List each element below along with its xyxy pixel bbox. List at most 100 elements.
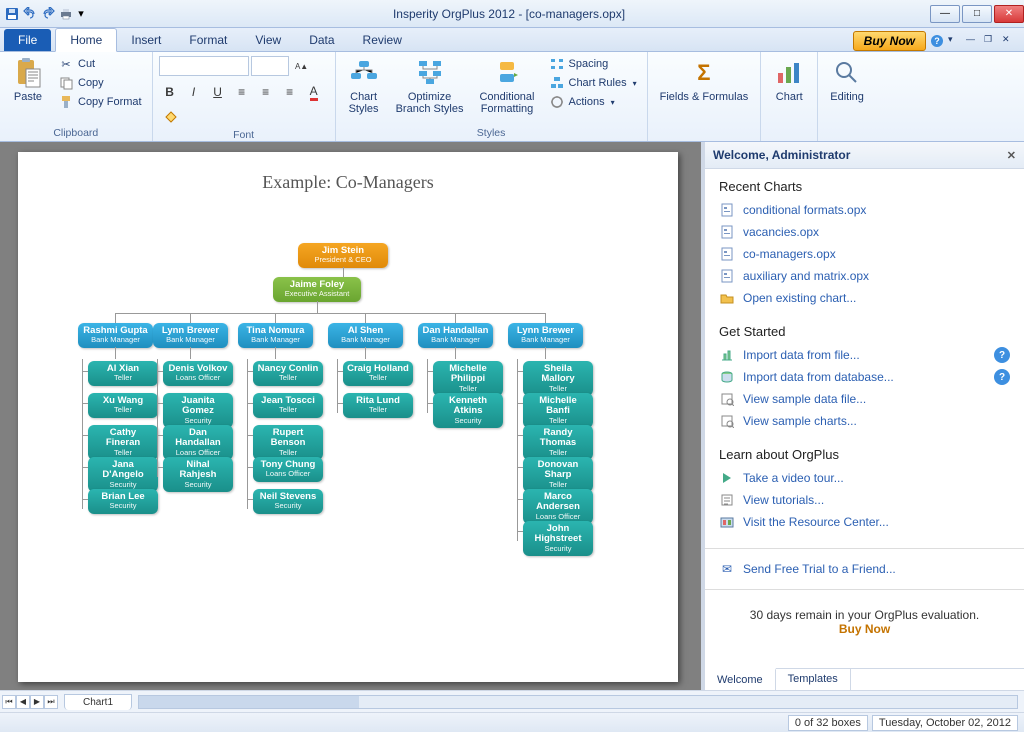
get-started-link[interactable]: Import data from file...? <box>719 347 1010 363</box>
redo-icon[interactable] <box>40 6 56 22</box>
org-node[interactable]: Rita LundTeller <box>343 393 413 418</box>
print-icon[interactable] <box>58 6 74 22</box>
tab-review[interactable]: Review <box>349 29 416 51</box>
recent-chart-link[interactable]: co-managers.opx <box>719 246 1010 262</box>
maximize-button[interactable]: □ <box>962 5 992 23</box>
org-node[interactable]: Neil StevensSecurity <box>253 489 323 514</box>
org-node[interactable]: Juanita GomezSecurity <box>163 393 233 428</box>
font-size-dropdown[interactable] <box>251 56 289 76</box>
org-node[interactable]: Al XianTeller <box>88 361 158 386</box>
org-node[interactable]: Tina NomuraBank Manager <box>238 323 313 348</box>
org-node[interactable]: Craig HollandTeller <box>343 361 413 386</box>
align-center-button[interactable]: ≡ <box>255 81 277 103</box>
recent-chart-link[interactable]: auxiliary and matrix.opx <box>719 268 1010 284</box>
close-button[interactable]: ✕ <box>994 5 1024 23</box>
org-node[interactable]: Rupert BensonTeller <box>253 425 323 460</box>
learn-link[interactable]: Visit the Resource Center... <box>719 514 1010 530</box>
learn-link[interactable]: Take a video tour... <box>719 470 1010 486</box>
org-node[interactable]: Brian LeeSecurity <box>88 489 158 514</box>
italic-button[interactable]: I <box>183 81 205 103</box>
align-right-button[interactable]: ≡ <box>279 81 301 103</box>
undo-icon[interactable] <box>22 6 38 22</box>
font-color-button[interactable]: A <box>303 81 325 103</box>
panel-close-icon[interactable]: ✕ <box>1007 149 1016 162</box>
tab-data[interactable]: Data <box>295 29 348 51</box>
tab-insert[interactable]: Insert <box>117 29 175 51</box>
copy-format-button[interactable]: Copy Format <box>54 93 146 111</box>
sheet-next-button[interactable]: ▶ <box>30 695 44 709</box>
fields-formulas-button[interactable]: Σ Fields & Formulas <box>654 55 755 105</box>
side-tab-welcome[interactable]: Welcome <box>705 668 776 690</box>
org-node[interactable]: Jana D'AngeloSecurity <box>88 457 158 492</box>
buy-now-link[interactable]: Buy Now <box>839 622 890 636</box>
sheet-last-button[interactable]: ⏭ <box>44 695 58 709</box>
send-trial-link[interactable]: ✉Send Free Trial to a Friend... <box>719 561 1010 577</box>
horizontal-scrollbar[interactable] <box>138 695 1018 709</box>
actions-button[interactable]: Actions▾ <box>545 93 641 111</box>
org-node[interactable]: Michelle BanfiTeller <box>523 393 593 428</box>
org-node[interactable]: Sheila MalloryTeller <box>523 361 593 396</box>
org-node[interactable]: Lynn BrewerBank Manager <box>508 323 583 348</box>
org-node[interactable]: Xu WangTeller <box>88 393 158 418</box>
get-started-link[interactable]: View sample charts... <box>719 413 1010 429</box>
paste-button[interactable]: Paste <box>6 55 50 105</box>
recent-chart-link[interactable]: vacancies.opx <box>719 224 1010 240</box>
tab-view[interactable]: View <box>241 29 295 51</box>
sheet-first-button[interactable]: ⏮ <box>2 695 16 709</box>
org-node[interactable]: Nihal RahjeshSecurity <box>163 457 233 492</box>
mdi-close-icon[interactable]: ✕ <box>1002 34 1016 48</box>
org-node[interactable]: Rashmi GuptaBank Manager <box>78 323 153 348</box>
editing-button[interactable]: Editing <box>824 55 870 105</box>
qat-dropdown-icon[interactable]: ▾ <box>76 6 86 22</box>
org-node[interactable]: Jean ToscciTeller <box>253 393 323 418</box>
org-node[interactable]: Al ShenBank Manager <box>328 323 403 348</box>
help-icon[interactable]: ? <box>994 369 1010 385</box>
file-tab[interactable]: File <box>4 29 51 51</box>
org-node[interactable]: Dan HandallanBank Manager <box>418 323 493 348</box>
org-node[interactable]: Jim SteinPresident & CEO <box>298 243 388 268</box>
mdi-min-icon[interactable]: — <box>966 34 980 48</box>
canvas-area[interactable]: Example: Co-Managers Jim SteinPresident … <box>0 142 704 690</box>
buy-now-button[interactable]: Buy Now <box>853 31 926 51</box>
optimize-branch-styles-button[interactable]: Optimize Branch Styles <box>390 55 470 117</box>
cut-button[interactable]: ✂Cut <box>54 55 146 73</box>
grow-font-button[interactable]: A▲ <box>291 55 313 77</box>
underline-button[interactable]: U <box>207 81 229 103</box>
sheet-prev-button[interactable]: ◀ <box>16 695 30 709</box>
open-existing-link[interactable]: Open existing chart... <box>719 290 1010 306</box>
help-icon[interactable]: ? <box>994 347 1010 363</box>
org-node[interactable]: John HighstreetSecurity <box>523 521 593 556</box>
chart-rules-button[interactable]: Chart Rules▾ <box>545 74 641 92</box>
org-node[interactable]: Nancy ConlinTeller <box>253 361 323 386</box>
mdi-restore-icon[interactable]: ❐ <box>984 34 998 48</box>
sheet-tab-chart1[interactable]: Chart1 <box>64 694 132 710</box>
get-started-link[interactable]: View sample data file... <box>719 391 1010 407</box>
org-node[interactable]: Jaime FoleyExecutive Assistant <box>273 277 361 302</box>
org-node[interactable]: Kenneth AtkinsSecurity <box>433 393 503 428</box>
chart-styles-button[interactable]: Chart Styles <box>342 55 386 117</box>
org-node[interactable]: Cathy FineranTeller <box>88 425 158 460</box>
chart-canvas[interactable]: Example: Co-Managers Jim SteinPresident … <box>18 152 678 682</box>
save-icon[interactable] <box>4 6 20 22</box>
minimize-button[interactable]: — <box>930 5 960 23</box>
fill-color-button[interactable] <box>159 105 181 127</box>
copy-button[interactable]: Copy <box>54 74 146 92</box>
recent-chart-link[interactable]: conditional formats.opx <box>719 202 1010 218</box>
org-node[interactable]: Michelle PhilippiTeller <box>433 361 503 396</box>
org-node[interactable]: Lynn BrewerBank Manager <box>153 323 228 348</box>
conditional-formatting-button[interactable]: Conditional Formatting <box>473 55 540 117</box>
org-node[interactable]: Marco AndersenLoans Officer <box>523 489 593 524</box>
tab-format[interactable]: Format <box>175 29 241 51</box>
org-node[interactable]: Randy ThomasTeller <box>523 425 593 460</box>
bold-button[interactable]: B <box>159 81 181 103</box>
align-left-button[interactable]: ≡ <box>231 81 253 103</box>
org-node[interactable]: Tony ChungLoans Officer <box>253 457 323 482</box>
ribbon-minimize-icon[interactable]: ▾ <box>948 34 962 48</box>
tab-home[interactable]: Home <box>55 28 117 52</box>
help-icon[interactable]: ? <box>930 34 944 48</box>
org-node[interactable]: Dan HandallanLoans Officer <box>163 425 233 460</box>
spacing-button[interactable]: Spacing <box>545 55 641 73</box>
learn-link[interactable]: View tutorials... <box>719 492 1010 508</box>
org-node[interactable]: Denis VolkovLoans Officer <box>163 361 233 386</box>
get-started-link[interactable]: Import data from database...? <box>719 369 1010 385</box>
